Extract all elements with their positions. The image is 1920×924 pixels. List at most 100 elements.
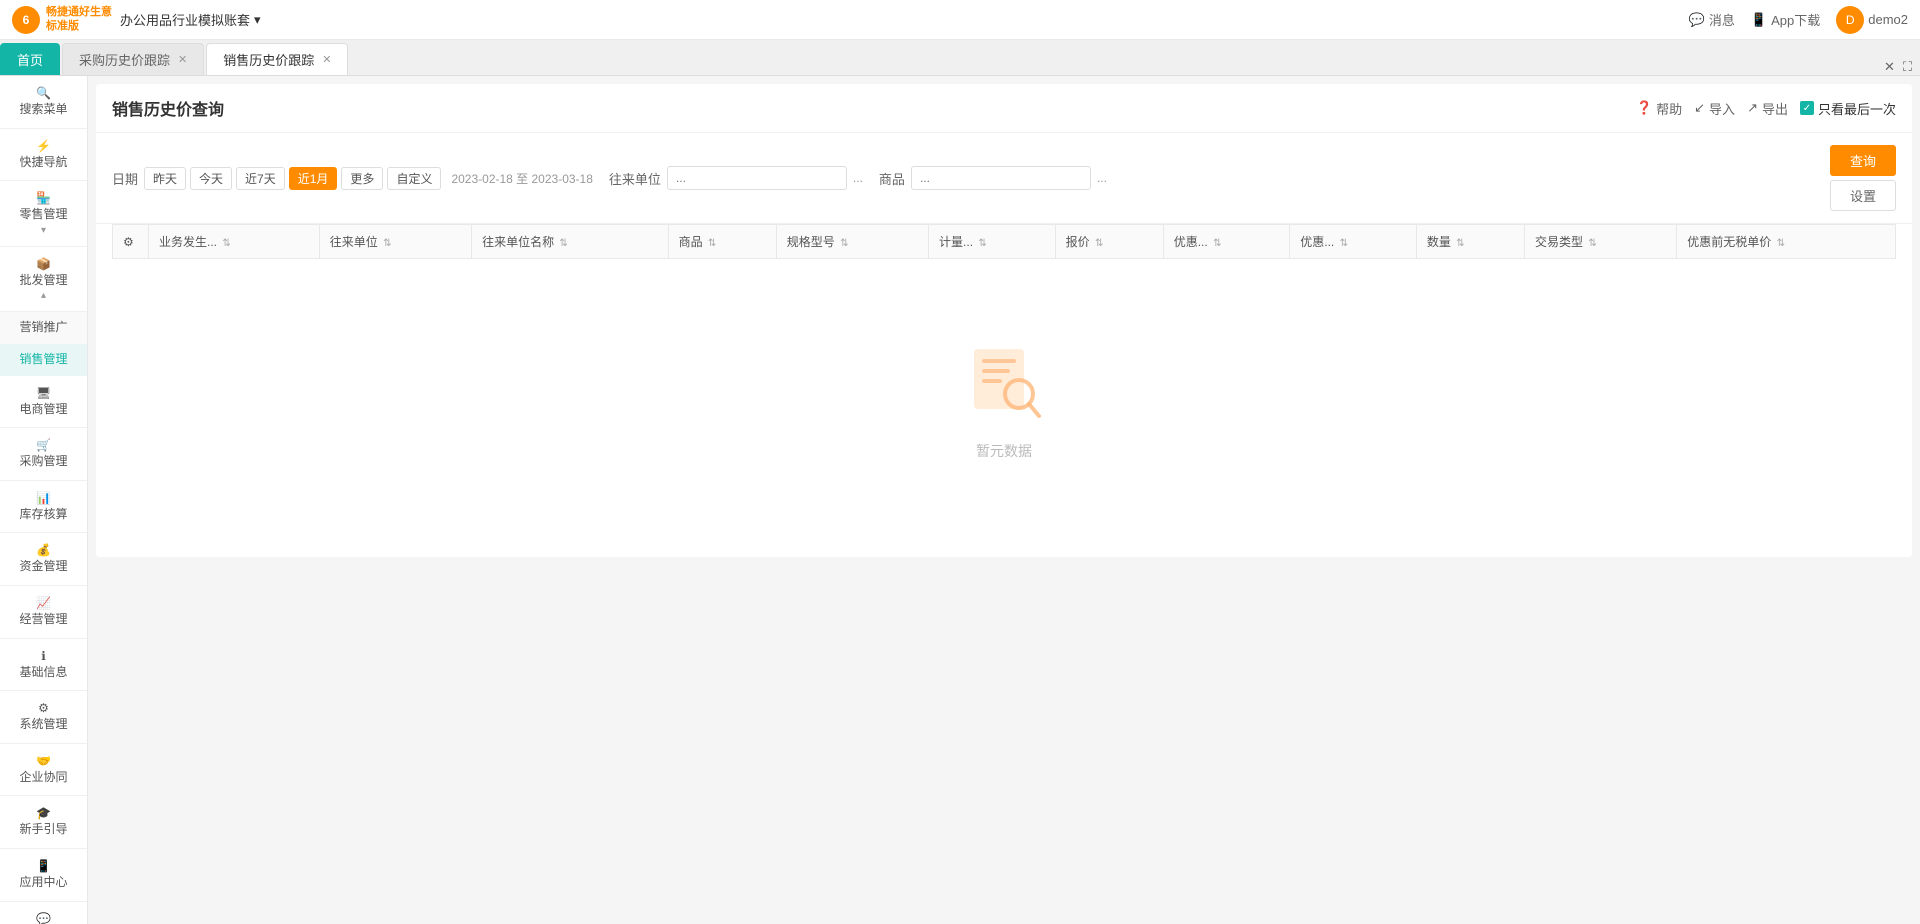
tab-close-purchase[interactable]: ✕ <box>178 53 187 66</box>
date-options: 昨天 今天 近7天 近1月 更多 自定义 <box>144 167 441 190</box>
app-download-btn[interactable]: 📱 App下载 <box>1751 10 1820 29</box>
sidebar-item-retail-mgmt[interactable]: 🏪 零售管理 ▾ <box>0 181 87 247</box>
tab-bar-actions: ✕ ⛶ <box>1884 59 1920 75</box>
table-area: ⚙ 业务发生... ⇅ 往来单位 ⇅ 往来单位名称 <box>96 224 1912 557</box>
table-header-partner-code[interactable]: 往来单位 ⇅ <box>319 225 471 259</box>
account-dropdown[interactable]: 办公用品行业模拟账套 ▾ <box>120 10 261 29</box>
table-header-partner-name[interactable]: 往来单位名称 ⇅ <box>472 225 669 259</box>
sidebar: 🔍 搜索菜单 ⚡ 快捷导航 🏪 零售管理 ▾ 📦 批发管理 ▴ 营销推广 销售管… <box>0 76 88 924</box>
sidebar-item-enterprise-collab[interactable]: 🤝 企业协同 <box>0 744 87 797</box>
sort-icon: ⇅ <box>222 238 230 249</box>
sidebar-item-sales-promotion[interactable]: 营销推广 <box>0 312 87 344</box>
date-btn-1month[interactable]: 近1月 <box>289 167 338 190</box>
sidebar-item-app-center[interactable]: 📱 应用中心 <box>0 849 87 902</box>
sidebar-item-ecommerce[interactable]: 🖥 电商管理 <box>0 376 87 429</box>
collab-icon: 🤝 <box>36 754 51 768</box>
user-profile[interactable]: D demo2 <box>1836 6 1908 34</box>
partner-dots[interactable]: ... <box>853 171 863 185</box>
page-title: 销售历史价查询 <box>112 96 224 120</box>
tab-close-sales[interactable]: ✕ <box>322 53 331 66</box>
query-button[interactable]: 查询 <box>1830 145 1896 176</box>
table-header-quantity[interactable]: 数量 ⇅ <box>1416 225 1524 259</box>
ecommerce-icon: 🖥 <box>36 386 51 400</box>
sort-icon: ⇅ <box>1777 238 1785 249</box>
goods-dots[interactable]: ... <box>1097 171 1107 185</box>
close-all-icon[interactable]: ✕ <box>1884 59 1895 75</box>
purchase-icon: 🛒 <box>36 438 51 452</box>
goods-filter-group: 商品 ... <box>879 166 1107 190</box>
tab-purchase-history[interactable]: 采购历史价跟踪 ✕ <box>62 43 204 75</box>
partner-filter-group: 往来单位 ... <box>609 166 863 190</box>
table-header-unit[interactable]: 计量... ⇅ <box>929 225 1056 259</box>
maximize-icon[interactable]: ⛶ <box>1903 59 1912 75</box>
date-btn-custom[interactable]: 自定义 <box>387 167 441 190</box>
sidebar-item-purchase[interactable]: 🛒 采购管理 <box>0 428 87 481</box>
filter-right-btns: 查询 设置 <box>1830 145 1896 211</box>
finance-icon: 💰 <box>36 543 51 557</box>
sidebar-item-quick-nav[interactable]: ⚡ 快捷导航 <box>0 129 87 182</box>
sidebar-item-beginner[interactable]: 🎓 新手引导 <box>0 796 87 849</box>
avatar: D <box>1836 6 1864 34</box>
sidebar-item-operations[interactable]: 📈 经营管理 <box>0 586 87 639</box>
table-header-trade-type[interactable]: 交易类型 ⇅ <box>1524 225 1676 259</box>
sidebar-item-wholesale-mgmt[interactable]: 📦 批发管理 ▴ <box>0 247 87 313</box>
sort-icon: ⇅ <box>978 238 986 249</box>
tab-home[interactable]: 首页 <box>0 43 60 75</box>
date-filter-group: 日期 昨天 今天 近7天 近1月 更多 自定义 2023-02-18 至 202… <box>112 167 593 190</box>
sort-icon: ⇅ <box>383 238 391 249</box>
sidebar-item-search-menu[interactable]: 🔍 搜索菜单 <box>0 76 87 129</box>
quick-nav-icon: ⚡ <box>36 139 51 153</box>
wechat-icon: 💬 <box>36 912 51 924</box>
message-icon: 💬 <box>1689 12 1705 28</box>
date-btn-more[interactable]: 更多 <box>341 167 383 190</box>
table-header-quote[interactable]: 报价 ⇅ <box>1055 225 1163 259</box>
tab-bar: 首页 采购历史价跟踪 ✕ 销售历史价跟踪 ✕ ✕ ⛶ <box>0 40 1920 76</box>
system-icon: ⚙ <box>38 701 49 715</box>
sidebar-item-system[interactable]: ⚙ 系统管理 <box>0 691 87 744</box>
sidebar-item-finance[interactable]: 💰 资金管理 <box>0 533 87 586</box>
sidebar-item-enterprise-wechat[interactable]: 💬 企业微信 <box>0 902 87 924</box>
only-last-checkbox[interactable]: ✓ 只看最后一次 <box>1800 99 1896 118</box>
header-right: 💬 消息 📱 App下载 D demo2 <box>1689 6 1908 34</box>
sidebar-item-sales-mgmt[interactable]: 销售管理 <box>0 344 87 376</box>
table-header-settings[interactable]: ⚙ <box>113 225 149 259</box>
gear-icon: ⚙ <box>123 235 134 249</box>
app-icon: 📱 <box>36 859 51 873</box>
sort-icon: ⇅ <box>840 238 848 249</box>
help-icon: ❓ <box>1636 100 1652 116</box>
header-left: 6 畅捷通好生意 标准版 办公用品行业模拟账套 ▾ <box>12 6 261 34</box>
import-btn[interactable]: ↙ 导入 <box>1694 99 1735 118</box>
date-btn-7days[interactable]: 近7天 <box>236 167 285 190</box>
export-btn[interactable]: ↗ 导出 <box>1747 99 1788 118</box>
table-header-discount1[interactable]: 优惠... ⇅ <box>1163 225 1290 259</box>
tab-sales-history[interactable]: 销售历史价跟踪 ✕ <box>206 43 348 75</box>
table-header-goods[interactable]: 商品 ⇅ <box>668 225 776 259</box>
table-header-biz-date[interactable]: 业务发生... ⇅ <box>149 225 320 259</box>
table-header-spec[interactable]: 规格型号 ⇅ <box>776 225 928 259</box>
sidebar-item-inventory[interactable]: 📊 库存核算 <box>0 481 87 534</box>
settings-button[interactable]: 设置 <box>1830 180 1896 211</box>
sidebar-item-basic-info[interactable]: ℹ 基础信息 <box>0 639 87 692</box>
table-header-discount2[interactable]: 优惠... ⇅ <box>1290 225 1417 259</box>
filter-area: 日期 昨天 今天 近7天 近1月 更多 自定义 2023-02-18 至 202… <box>96 133 1912 224</box>
goods-input[interactable] <box>911 166 1091 190</box>
wholesale-icon: 📦 <box>36 257 51 271</box>
phone-icon: 📱 <box>1751 12 1767 28</box>
chevron-up-icon: ▴ <box>41 290 46 301</box>
basic-info-icon: ℹ <box>41 649 46 663</box>
sort-icon: ⇅ <box>1456 238 1464 249</box>
top-header: 6 畅捷通好生意 标准版 办公用品行业模拟账套 ▾ 💬 消息 📱 App下载 D… <box>0 0 1920 40</box>
message-btn[interactable]: 💬 消息 <box>1689 10 1735 29</box>
data-table: ⚙ 业务发生... ⇅ 往来单位 ⇅ 往来单位名称 <box>112 224 1896 259</box>
sort-icon: ⇅ <box>708 238 716 249</box>
partner-input[interactable] <box>667 166 847 190</box>
page-title-bar: 销售历史价查询 ❓ 帮助 ↙ 导入 ↗ 导出 ✓ <box>96 84 1912 133</box>
date-btn-today[interactable]: 今天 <box>190 167 232 190</box>
empty-text: 暂元数据 <box>976 441 1032 461</box>
import-icon: ↙ <box>1694 100 1705 116</box>
table-header-pretax-price[interactable]: 优惠前无税单价 ⇅ <box>1677 225 1896 259</box>
sort-icon: ⇅ <box>1213 238 1221 249</box>
help-btn[interactable]: ❓ 帮助 <box>1636 99 1682 118</box>
date-btn-yesterday[interactable]: 昨天 <box>144 167 186 190</box>
inventory-icon: 📊 <box>36 491 51 505</box>
